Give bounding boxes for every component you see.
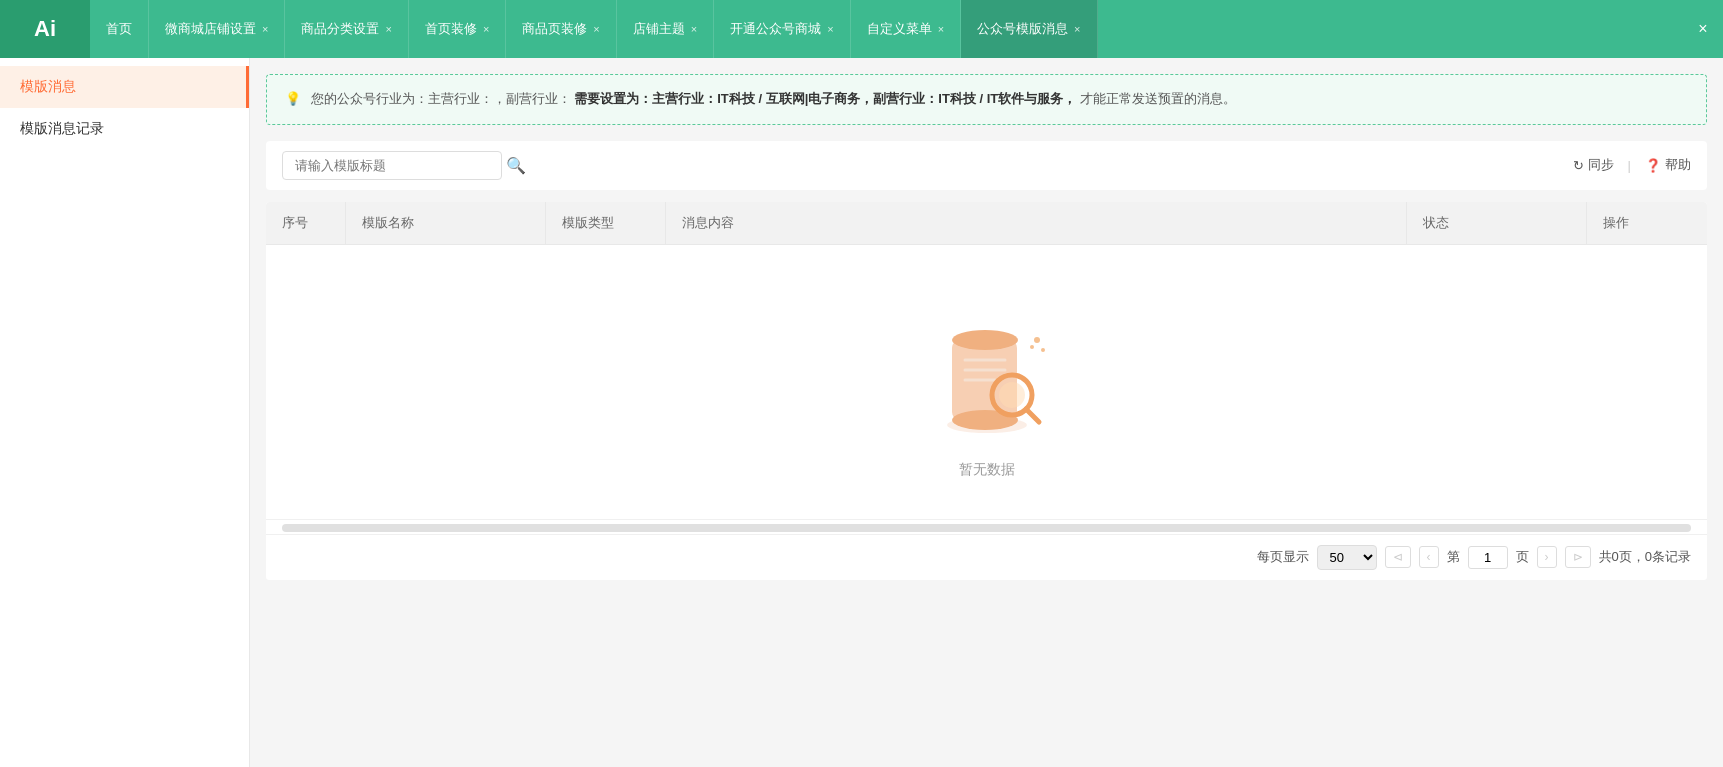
app-logo: Ai xyxy=(0,0,90,58)
tab-close-button[interactable]: × xyxy=(827,23,833,35)
last-page-button[interactable]: ⊳ xyxy=(1565,546,1591,568)
svg-point-11 xyxy=(1041,348,1045,352)
main-content: 💡 您的公众号行业为：主营行业：，副营行业： 需要设置为：主营行业：IT科技 /… xyxy=(250,58,1723,767)
th-status: 状态 xyxy=(1407,202,1587,244)
th-type: 模版类型 xyxy=(546,202,666,244)
scrollbar-track[interactable] xyxy=(282,524,1691,532)
divider: | xyxy=(1628,158,1631,173)
tab-close-button[interactable]: × xyxy=(691,23,697,35)
nav-tab[interactable]: 商品分类设置× xyxy=(285,0,408,58)
pagination-area: 每页显示 50 20 100 ⊲ ‹ 第 页 › ⊳ 共0页，0条记录 xyxy=(266,534,1707,580)
th-index: 序号 xyxy=(266,202,346,244)
tab-close-button[interactable]: × xyxy=(483,23,489,35)
th-action: 操作 xyxy=(1587,202,1707,244)
help-button[interactable]: ❓ 帮助 xyxy=(1645,156,1691,174)
search-icon: 🔍 xyxy=(506,157,526,174)
nav-tab[interactable]: 店铺主题× xyxy=(617,0,714,58)
nav-tab[interactable]: 自定义菜单× xyxy=(851,0,961,58)
sidebar: 模版消息 模版消息记录 xyxy=(0,58,250,767)
svg-point-10 xyxy=(1034,337,1040,343)
prev-page-button[interactable]: ‹ xyxy=(1419,546,1439,568)
close-all-button[interactable]: × xyxy=(1683,0,1723,58)
sync-icon: ↻ xyxy=(1573,158,1584,173)
notice-text-after: 才能正常发送预置的消息。 xyxy=(1080,91,1236,106)
notice-box: 💡 您的公众号行业为：主营行业：，副营行业： 需要设置为：主营行业：IT科技 /… xyxy=(266,74,1707,125)
sidebar-item-label: 模版消息记录 xyxy=(20,120,104,136)
page-label-post: 页 xyxy=(1516,548,1529,566)
total-label: 共0页，0条记录 xyxy=(1599,548,1691,566)
search-left: 🔍 xyxy=(282,151,526,180)
nav-tab[interactable]: 微商城店铺设置× xyxy=(149,0,285,58)
logo-text: Ai xyxy=(34,16,56,42)
sidebar-item-template-messages[interactable]: 模版消息 xyxy=(0,66,249,108)
nav-tab[interactable]: 开通公众号商城× xyxy=(714,0,850,58)
search-button[interactable]: 🔍 xyxy=(506,156,526,175)
sidebar-item-label: 模版消息 xyxy=(20,78,76,94)
th-name: 模版名称 xyxy=(346,202,546,244)
tab-close-button[interactable]: × xyxy=(938,23,944,35)
nav-tab[interactable]: 商品页装修× xyxy=(506,0,616,58)
tab-close-button[interactable]: × xyxy=(1074,23,1080,35)
empty-state: 暂无数据 xyxy=(266,245,1707,519)
tab-close-button[interactable]: × xyxy=(262,23,268,35)
scrollbar-area[interactable] xyxy=(266,519,1707,534)
main-layout: 模版消息 模版消息记录 💡 您的公众号行业为：主营行业：，副营行业： 需要设置为… xyxy=(0,58,1723,767)
sync-button[interactable]: ↻ 同步 xyxy=(1573,156,1614,174)
svg-point-12 xyxy=(1030,345,1034,349)
data-table: 序号 模版名称 模版类型 消息内容 状态 操作 xyxy=(266,202,1707,580)
nav-tab[interactable]: 首页装修× xyxy=(409,0,506,58)
sync-label: 同步 xyxy=(1588,156,1614,174)
tab-close-button[interactable]: × xyxy=(593,23,599,35)
notice-highlight: 需要设置为：主营行业：IT科技 / 互联网|电子商务，副营行业：IT科技 / I… xyxy=(574,91,1076,106)
help-icon: ❓ xyxy=(1645,158,1661,173)
help-label: 帮助 xyxy=(1665,156,1691,174)
table-header: 序号 模版名称 模版类型 消息内容 状态 操作 xyxy=(266,202,1707,245)
page-number-input[interactable] xyxy=(1468,546,1508,569)
first-page-button[interactable]: ⊲ xyxy=(1385,546,1411,568)
nav-tab[interactable]: 公众号模版消息× xyxy=(961,0,1097,58)
per-page-label: 每页显示 xyxy=(1257,548,1309,566)
svg-point-8 xyxy=(999,382,1025,408)
nav-tabs-container: 首页微商城店铺设置×商品分类设置×首页装修×商品页装修×店铺主题×开通公众号商城… xyxy=(90,0,1683,58)
search-bar: 🔍 ↻ 同步 | ❓ 帮助 xyxy=(266,141,1707,190)
notice-icon: 💡 xyxy=(285,91,301,106)
empty-illustration xyxy=(917,305,1057,445)
svg-point-2 xyxy=(952,330,1018,350)
top-navigation: Ai 首页微商城店铺设置×商品分类设置×首页装修×商品页装修×店铺主题×开通公众… xyxy=(0,0,1723,58)
empty-text: 暂无数据 xyxy=(959,461,1015,479)
sidebar-item-template-records[interactable]: 模版消息记录 xyxy=(0,108,249,150)
svg-line-9 xyxy=(1026,409,1039,422)
search-right: ↻ 同步 | ❓ 帮助 xyxy=(1573,156,1691,174)
per-page-select[interactable]: 50 20 100 xyxy=(1317,545,1377,570)
nav-tab[interactable]: 首页 xyxy=(90,0,149,58)
search-input[interactable] xyxy=(282,151,502,180)
notice-text-before: 您的公众号行业为：主营行业：，副营行业： xyxy=(311,91,571,106)
page-label-pre: 第 xyxy=(1447,548,1460,566)
tab-close-button[interactable]: × xyxy=(385,23,391,35)
th-content: 消息内容 xyxy=(666,202,1407,244)
next-page-button[interactable]: › xyxy=(1537,546,1557,568)
